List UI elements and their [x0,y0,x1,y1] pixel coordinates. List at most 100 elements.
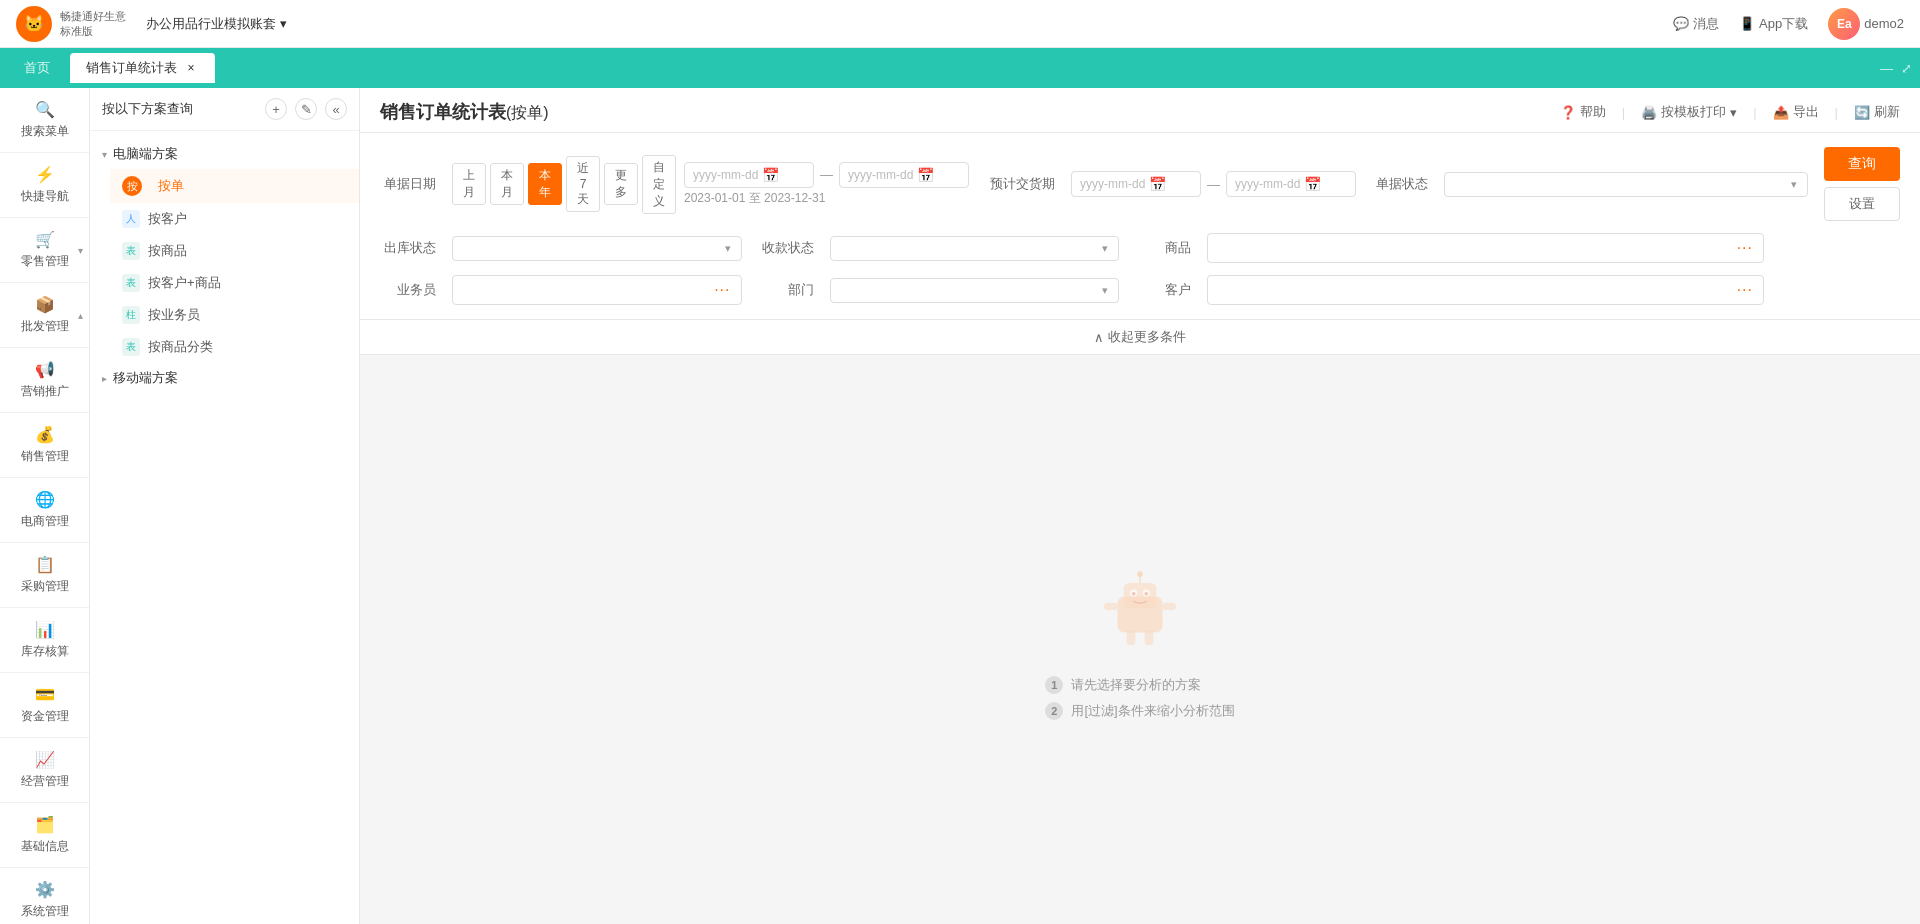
salesperson-select[interactable]: ··· [452,275,742,305]
svg-rect-6 [1104,602,1118,609]
date-from-input[interactable]: yyyy-mm-dd 📅 [684,162,814,188]
sidebar-item-system[interactable]: ⚙️ 系统管理 [0,868,89,924]
retail-arrow [78,245,83,256]
department-arrow [1102,284,1108,297]
payment-status-label: 收款状态 [758,239,814,257]
refresh-btn[interactable]: 🔄 刷新 [1854,103,1900,121]
scheme-add-btn[interactable]: + [265,98,287,120]
sidebar-item-basic[interactable]: 🗂️ 基础信息 [0,803,89,868]
window-minimize-btn[interactable]: — [1880,61,1893,76]
delivery-status-select[interactable] [452,236,742,261]
message-icon: 💬 [1673,16,1689,31]
template-print-btn[interactable]: 🖨️ 按模板打印 [1641,103,1737,121]
logo-text: 畅捷通好生意 标准版 [60,9,126,38]
expected-date-label: 预计交货期 [985,175,1055,193]
quicknav-icon: ⚡ [35,165,55,184]
expected-date-to-input[interactable]: yyyy-mm-dd 📅 [1226,171,1356,197]
setting-button[interactable]: 设置 [1824,187,1900,221]
scheme-item-by-category[interactable]: 表 按商品分类 [110,331,359,363]
export-btn[interactable]: 📤 导出 [1773,103,1819,121]
scheme-item-by-customer-product[interactable]: 表 按客户+商品 [110,267,359,299]
date-filter-control: 上月 本月 本年 近7天 更多 自定义 yyyy-mm-dd 📅 [452,155,969,214]
query-panel: 销售订单统计表(按单) ❓ 帮助 | 🖨️ 按模板打印 | 📤 [360,88,1920,924]
scheme-list: ▾ 电脑端方案 按 按单 人 按客户 表 [90,131,359,401]
expected-date-control: yyyy-mm-dd 📅 — yyyy-mm-dd 📅 [1071,171,1356,197]
goods-more-icon[interactable]: ··· [1737,239,1753,257]
tab-bar: 首页 销售订单统计表 × — ⤢ [0,48,1920,88]
payment-status-select[interactable] [830,236,1120,261]
filter-row-1: 单据日期 上月 本月 本年 近7天 更多 自定义 [380,147,1900,221]
customer-select[interactable]: ··· [1207,275,1764,305]
basic-icon: 🗂️ [35,815,55,834]
refresh-icon: 🔄 [1854,105,1870,120]
collapse-up-icon: ∧ [1094,330,1104,345]
svg-point-4 [1132,592,1136,596]
filter-row-3: 业务员 ··· 部门 客户 ··· [380,275,1900,305]
status-select[interactable] [1444,172,1808,197]
scheme-icon-by-order: 按 [122,176,142,196]
export-icon: 📤 [1773,105,1789,120]
wholesale-arrow [78,310,83,321]
department-label: 部门 [758,281,814,299]
tab-close-icon[interactable]: × [183,60,199,76]
collapse-bar[interactable]: ∧ 收起更多条件 [360,320,1920,355]
salesperson-more-icon[interactable]: ··· [714,281,730,299]
scheme-group-mobile: ▸ 移动端方案 [90,363,359,393]
tab-bar-actions: — ⤢ [1880,61,1912,76]
scheme-collapse-btn[interactable]: « [325,98,347,120]
sidebar-item-finance[interactable]: 💳 资金管理 [0,673,89,738]
expected-date-from-input[interactable]: yyyy-mm-dd 📅 [1071,171,1201,197]
scheme-mobile-group-header[interactable]: ▸ 移动端方案 [90,363,359,393]
sales-icon: 💰 [35,425,55,444]
scheme-item-by-product[interactable]: 表 按商品 [110,235,359,267]
scheme-desktop-group-header[interactable]: ▾ 电脑端方案 [90,139,359,169]
tab-home[interactable]: 首页 [8,53,66,83]
scheme-item-by-salesperson[interactable]: 柱 按业务员 [110,299,359,331]
user-profile[interactable]: Ea demo2 [1828,8,1904,40]
department-select[interactable] [830,278,1120,303]
help-btn[interactable]: ❓ 帮助 [1560,103,1606,121]
sidebar-item-purchase[interactable]: 📋 采购管理 [0,543,89,608]
payment-status-arrow [1102,242,1108,255]
sidebar-item-sales[interactable]: 💰 销售管理 [0,413,89,478]
logo-area: 🐱 畅捷通好生意 标准版 [16,6,126,42]
company-selector-chevron [280,16,287,31]
query-button[interactable]: 查询 [1824,147,1900,181]
user-avatar: Ea [1828,8,1860,40]
sidebar-item-marketing[interactable]: 📢 营销推广 [0,348,89,413]
main-layout: 🔍 搜索菜单 ⚡ 快捷导航 🛒 零售管理 📦 批发管理 📢 营销推广 💰 销售管… [0,88,1920,924]
empty-content: 1 请先选择要分析的方案 2 用[过滤]条件来缩小分析范围 [1045,560,1234,720]
scheme-item-by-customer[interactable]: 人 按客户 [110,203,359,235]
app-download-btn[interactable]: 📱 App下载 [1739,15,1808,33]
sidebar-item-retail[interactable]: 🛒 零售管理 [0,218,89,283]
message-btn[interactable]: 💬 消息 [1673,15,1719,33]
date-to-input[interactable]: yyyy-mm-dd 📅 [839,162,969,188]
sidebar-item-inventory[interactable]: 📊 库存核算 [0,608,89,673]
empty-state: 1 请先选择要分析的方案 2 用[过滤]条件来缩小分析范围 [360,355,1920,924]
sidebar-item-quicknav[interactable]: ⚡ 快捷导航 [0,153,89,218]
sidebar-item-wholesale[interactable]: 📦 批发管理 [0,283,89,348]
status-select-arrow [1791,178,1797,191]
svg-rect-8 [1126,630,1135,644]
window-maximize-btn[interactable]: ⤢ [1901,61,1912,76]
scheme-panel-header: 按以下方案查询 + ✎ « [90,88,359,131]
date-btn-more[interactable]: 更多 [604,163,638,205]
date-btn-custom[interactable]: 自定义 [642,155,676,214]
goods-select[interactable]: ··· [1207,233,1764,263]
scheme-item-by-order[interactable]: 按 按单 [110,169,359,203]
sidebar-item-search[interactable]: 🔍 搜索菜单 [0,88,89,153]
svg-point-5 [1144,592,1148,596]
customer-more-icon[interactable]: ··· [1737,281,1753,299]
company-selector[interactable]: 办公用品行业模拟账套 [138,11,295,37]
date-btn-last-month[interactable]: 上月 [452,163,486,205]
expected-from-cal-icon: 📅 [1149,176,1166,192]
app-download-icon: 📱 [1739,16,1755,31]
sidebar-item-operation[interactable]: 📈 经营管理 [0,738,89,803]
sidebar-item-ecommerce[interactable]: 🌐 电商管理 [0,478,89,543]
date-btn-last7days[interactable]: 近7天 [566,156,600,212]
date-btn-this-month[interactable]: 本月 [490,163,524,205]
date-btn-this-year[interactable]: 本年 [528,163,562,205]
tab-sales-stats[interactable]: 销售订单统计表 × [70,53,215,83]
scheme-edit-btn[interactable]: ✎ [295,98,317,120]
scheme-icon-by-customer-product: 表 [122,274,140,292]
